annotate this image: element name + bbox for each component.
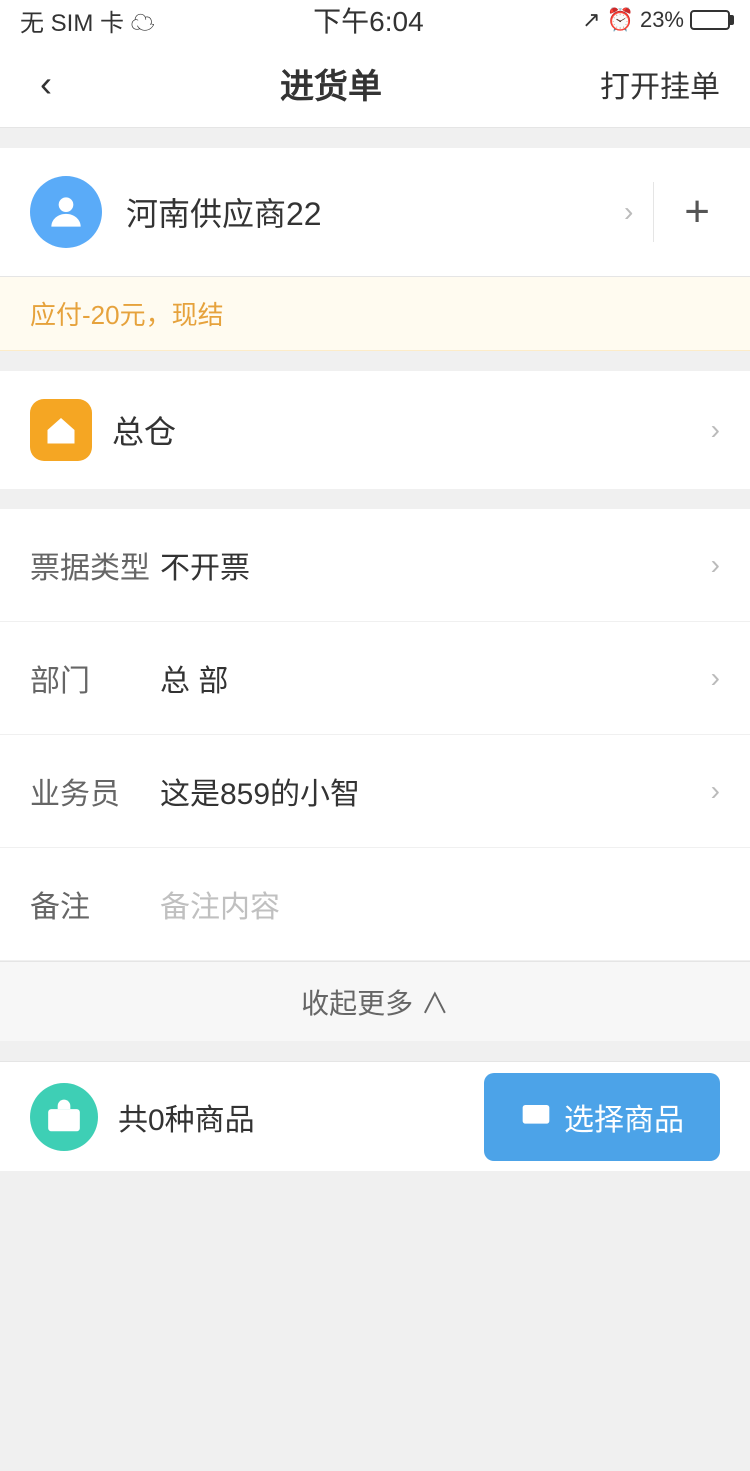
supplier-chevron-icon: › <box>624 196 633 228</box>
warehouse-icon-wrap <box>30 399 92 461</box>
divider-3 <box>0 489 750 509</box>
supplier-card: 河南供应商22 › + 应付-20元，现结 <box>0 148 750 351</box>
select-product-label: 选择商品 <box>564 1095 684 1139</box>
background-rest <box>0 1171 750 1471</box>
warehouse-name: 总仓 <box>112 407 711 453</box>
salesperson-row[interactable]: 业务员 这是859的小智 › <box>0 735 750 848</box>
add-supplier-button[interactable]: + <box>674 187 720 237</box>
product-count: 共0种商品 <box>118 1095 484 1139</box>
collapse-toggle[interactable]: 收起更多 ∧ <box>0 961 750 1041</box>
battery-icon <box>690 10 730 30</box>
divider-1 <box>0 128 750 148</box>
notice-banner: 应付-20元，现结 <box>0 277 750 351</box>
open-pending-button[interactable]: 打开挂单 <box>600 62 720 106</box>
bottom-bar: 共0种商品 选择商品 <box>0 1061 750 1171</box>
sim-label: 无 SIM 卡 ☁ <box>20 3 155 38</box>
form-card: 票据类型 不开票 › 部门 总 部 › 业务员 这是859的小智 › 备注 备注… <box>0 509 750 961</box>
salesperson-value: 这是859的小智 <box>160 769 711 813</box>
department-chevron-icon: › <box>711 662 720 694</box>
supplier-divider <box>653 182 654 242</box>
alarm-icon: ⏰ <box>607 7 634 33</box>
invoice-type-chevron-icon: › <box>711 549 720 581</box>
warehouse-chevron-icon: › <box>711 414 720 446</box>
warehouse-card: 总仓 › <box>0 371 750 489</box>
remark-label: 备注 <box>30 882 160 926</box>
invoice-type-row[interactable]: 票据类型 不开票 › <box>0 509 750 622</box>
department-row[interactable]: 部门 总 部 › <box>0 622 750 735</box>
select-product-icon <box>520 1101 552 1133</box>
product-icon <box>45 1098 83 1136</box>
user-icon <box>44 190 88 234</box>
status-left: 无 SIM 卡 ☁ <box>20 3 155 38</box>
battery-percent: 23% <box>640 7 684 33</box>
supplier-row[interactable]: 河南供应商22 › + <box>0 148 750 277</box>
supplier-name: 河南供应商22 <box>126 189 624 235</box>
status-right: ↗ ⏰ 23% <box>582 7 730 33</box>
nav-bar: ‹ 进货单 打开挂单 <box>0 40 750 128</box>
remark-value[interactable]: 备注内容 <box>160 882 720 926</box>
department-label: 部门 <box>30 656 160 700</box>
department-value: 总 部 <box>160 656 711 700</box>
status-time: 下午6:04 <box>313 0 424 40</box>
back-button[interactable]: ‹ <box>30 53 62 115</box>
remark-row[interactable]: 备注 备注内容 <box>0 848 750 961</box>
product-icon-wrap <box>30 1083 98 1151</box>
invoice-type-value: 不开票 <box>160 543 711 587</box>
salesperson-chevron-icon: › <box>711 775 720 807</box>
select-product-button[interactable]: 选择商品 <box>484 1073 720 1161</box>
warehouse-row[interactable]: 总仓 › <box>0 371 750 489</box>
divider-2 <box>0 351 750 371</box>
location-icon: ↗ <box>582 7 600 33</box>
supplier-avatar <box>30 176 102 248</box>
warehouse-icon <box>43 412 79 448</box>
salesperson-label: 业务员 <box>30 769 160 813</box>
status-bar: 无 SIM 卡 ☁ 下午6:04 ↗ ⏰ 23% <box>0 0 750 40</box>
divider-4 <box>0 1041 750 1061</box>
invoice-type-label: 票据类型 <box>30 543 160 587</box>
page-title: 进货单 <box>280 59 382 108</box>
